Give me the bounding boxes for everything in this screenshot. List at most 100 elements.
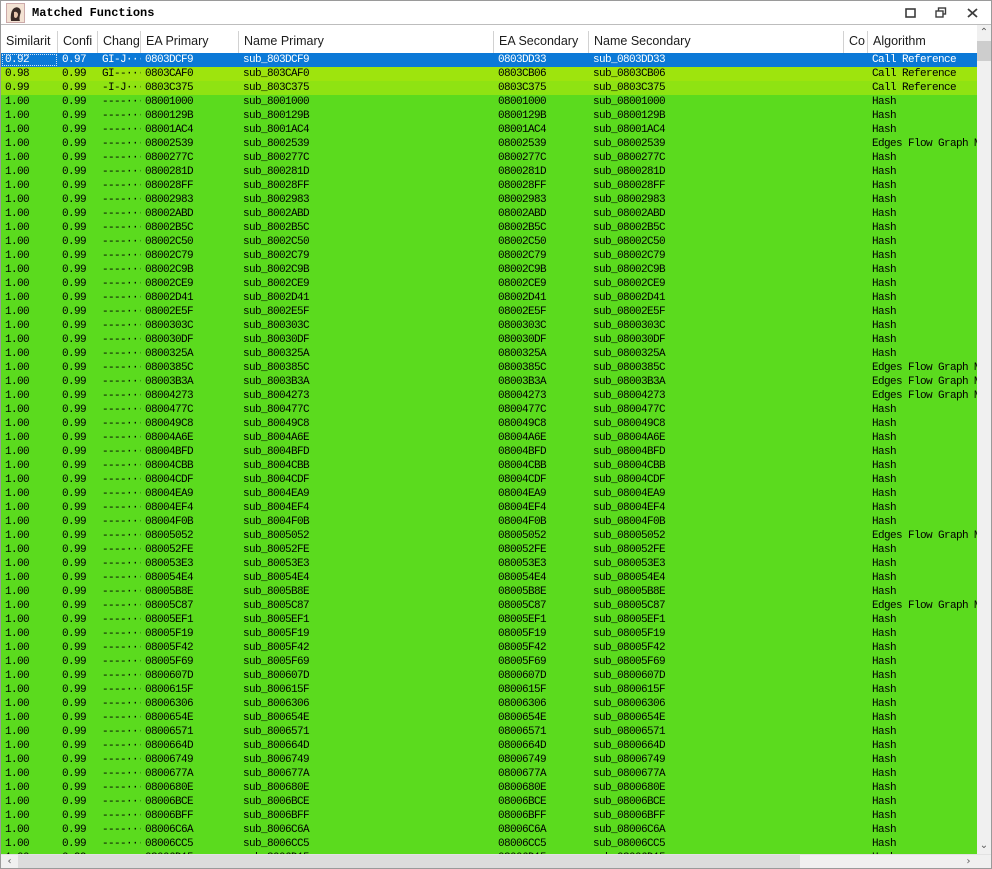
table-row[interactable]: 1.00 0.99 ----··· 08004F0B sub_8004F0B 08004F… [1,515,977,529]
cell-ea_primary: 08005052 [145,530,194,542]
table-row[interactable]: 1.00 0.99 ----··· 0800325A sub_800325A 080032… [1,347,977,361]
table-row[interactable]: 1.00 0.99 ----··· 08002C79 sub_8002C79 08002C… [1,249,977,263]
table-row[interactable]: 1.00 0.99 ----··· 08001AC4 sub_8001AC4 08001A… [1,123,977,137]
table-row[interactable]: 1.00 0.99 ----··· 08004CBB sub_8004CBB 08004C… [1,459,977,473]
table-row[interactable]: 1.00 0.99 ----··· 08001000 sub_8001000 080010… [1,95,977,109]
cell-similarity: 1.00 [5,376,30,388]
column-header-similarity[interactable]: ˆ Similarit [1,31,58,53]
restore-button[interactable] [930,4,952,22]
table-row[interactable]: 1.00 0.99 ----··· 08005F69 sub_8005F69 08005F… [1,655,977,669]
table-row[interactable]: 1.00 0.99 ----··· 08002539 sub_8002539 080025… [1,137,977,151]
scroll-right-button[interactable]: › [960,855,977,868]
table-row[interactable]: 1.00 0.99 ----··· 08004BFD sub_8004BFD 08004B… [1,445,977,459]
table-row[interactable]: 1.00 0.99 ----··· 0800281D sub_800281D 080028… [1,165,977,179]
column-header-ea-primary[interactable]: EA Primary [141,31,239,53]
table-row[interactable]: 1.00 0.99 ----··· 0800477C sub_800477C 080047… [1,403,977,417]
table-row[interactable]: 1.00 0.99 ----··· 08004EA9 sub_8004EA9 08004E… [1,487,977,501]
table-row[interactable]: 1.00 0.99 ----··· 0800607D sub_800607D 080060… [1,669,977,683]
table-row[interactable]: 1.00 0.99 ----··· 08005C87 sub_8005C87 08005C… [1,599,977,613]
table-row[interactable]: 1.00 0.99 ----··· 08005052 sub_8005052 080050… [1,529,977,543]
table-row[interactable]: 1.00 0.99 ----··· 080030DF sub_80030DF 080030… [1,333,977,347]
table-row[interactable]: 1.00 0.99 ----··· 0800303C sub_800303C 080030… [1,319,977,333]
table-row[interactable]: 1.00 0.99 ----··· 0800664D sub_800664D 080066… [1,739,977,753]
cell-comments [844,585,868,599]
table-row[interactable]: 1.00 0.99 ----··· 08005F19 sub_8005F19 08005F… [1,627,977,641]
cell-name_secondary: sub_08004CDF [593,474,666,486]
cell-name_primary: sub_8002539 [243,138,310,150]
cell-ea_primary: 08002C79 [145,250,194,262]
horizontal-scrollbar-track[interactable] [18,855,960,868]
table-row[interactable]: 1.00 0.99 ----··· 08006571 sub_8006571 080065… [1,725,977,739]
table-row[interactable]: 1.00 0.99 ----··· 08005B8E sub_8005B8E 08005B… [1,585,977,599]
cell-name_secondary: sub_08002B5C [593,222,666,234]
table-row[interactable]: 1.00 0.99 ----··· 080028FF sub_80028FF 080028… [1,179,977,193]
table-row[interactable]: 1.00 0.99 ----··· 0800680E sub_800680E 080068… [1,781,977,795]
table-row[interactable]: 1.00 0.99 ----··· 08003B3A sub_8003B3A 08003B… [1,375,977,389]
cell-ea_secondary: 0803CB06 [498,68,547,80]
column-header-ea-secondary[interactable]: EA Secondary [494,31,589,53]
cell-change: ----··· [102,558,141,570]
horizontal-scrollbar-thumb[interactable] [18,855,800,868]
table-row[interactable]: 1.00 0.99 ----··· 08006C6A sub_8006C6A 08006C… [1,823,977,837]
table-row[interactable]: 1.00 0.99 ----··· 08006BCE sub_8006BCE 08006B… [1,795,977,809]
table-row[interactable]: 1.00 0.99 ----··· 080053E3 sub_80053E3 080053… [1,557,977,571]
table-row[interactable]: 1.00 0.99 ----··· 08004CDF sub_8004CDF 08004C… [1,473,977,487]
cell-comments [844,613,868,627]
column-header-name-primary[interactable]: Name Primary [239,31,494,53]
table-row[interactable]: 1.00 0.99 ----··· 08006CC5 sub_8006CC5 08006C… [1,837,977,851]
table-row[interactable]: 1.00 0.99 ----··· 080049C8 sub_80049C8 080049… [1,417,977,431]
table-row[interactable]: 1.00 0.99 ----··· 08006BFF sub_8006BFF 08006B… [1,809,977,823]
table-row[interactable]: 1.00 0.99 ----··· 08002E5F sub_8002E5F 08002E… [1,305,977,319]
table-row[interactable]: 1.00 0.99 ----··· 08004A6E sub_8004A6E 08004A… [1,431,977,445]
table-row[interactable]: 1.00 0.99 ----··· 08006749 sub_8006749 080067… [1,753,977,767]
table-row[interactable]: 1.00 0.99 ----··· 08002D41 sub_8002D41 08002D… [1,291,977,305]
column-header-algorithm[interactable]: Algorithm [868,31,977,53]
cell-algorithm: Hash [872,306,897,318]
column-header-change[interactable]: Chang [98,31,141,53]
table-row[interactable]: 0.98 0.99 GI--··· 0803CAF0 sub_803CAF0 0803CB… [1,67,977,81]
cell-name_primary: sub_800385C [243,362,310,374]
table-row[interactable]: 1.00 0.99 ----··· 0800677A sub_800677A 080067… [1,767,977,781]
table-row[interactable]: 1.00 0.99 ----··· 0800615F sub_800615F 080061… [1,683,977,697]
table-row[interactable]: 1.00 0.99 ----··· 080054E4 sub_80054E4 080054… [1,571,977,585]
cell-ea_secondary: 08002539 [498,138,547,150]
cell-comments [844,305,868,319]
table-row[interactable]: 1.00 0.99 ----··· 08004273 sub_8004273 080042… [1,389,977,403]
scroll-up-button[interactable]: ⌃ [977,25,991,41]
table-row[interactable]: 1.00 0.99 ----··· 08002CE9 sub_8002CE9 08002C… [1,277,977,291]
table-row[interactable]: 1.00 0.99 ----··· 08002983 sub_8002983 080029… [1,193,977,207]
cell-algorithm: Hash [872,418,897,430]
maximize-button[interactable] [899,4,921,22]
vertical-scrollbar[interactable]: ⌃ ⌄ [977,25,991,854]
table-row[interactable]: 1.00 0.99 ----··· 0800654E sub_800654E 080065… [1,711,977,725]
table-row[interactable]: 1.00 0.99 ----··· 08002C50 sub_8002C50 08002C… [1,235,977,249]
column-header-confidence[interactable]: Confi [58,31,98,53]
table-row[interactable]: 1.00 0.99 ----··· 08005EF1 sub_8005EF1 08005E… [1,613,977,627]
vertical-scrollbar-track[interactable] [977,61,991,838]
horizontal-scrollbar[interactable]: ‹ › [1,854,991,868]
table-row[interactable]: 1.00 0.99 ----··· 080052FE sub_80052FE 080052… [1,543,977,557]
table-row[interactable]: 1.00 0.99 ----··· 08004EF4 sub_8004EF4 08004E… [1,501,977,515]
table-row[interactable]: 1.00 0.99 ----··· 08002ABD sub_8002ABD 08002A… [1,207,977,221]
cell-confidence: 0.99 [62,418,87,430]
table-row[interactable]: 1.00 0.99 ----··· 0800129B sub_800129B 080012… [1,109,977,123]
table-row[interactable]: 1.00 0.99 ----··· 08002C9B sub_8002C9B 08002C… [1,263,977,277]
column-header-name-secondary[interactable]: Name Secondary [589,31,844,53]
table-row[interactable]: 1.00 0.99 ----··· 08005F42 sub_8005F42 08005F… [1,641,977,655]
cell-similarity: 1.00 [5,166,30,178]
scroll-down-button[interactable]: ⌄ [977,838,991,854]
column-header-comments[interactable]: Co [844,31,868,53]
cell-name_secondary: sub_0800325A [593,348,666,360]
table-row[interactable]: 1.00 0.99 ----··· 0800277C sub_800277C 080027… [1,151,977,165]
cell-change: ----··· [102,390,141,402]
vertical-scrollbar-thumb[interactable] [977,41,991,61]
scroll-left-button[interactable]: ‹ [1,855,18,868]
table-row[interactable]: 1.00 0.99 ----··· 08006306 sub_8006306 080063… [1,697,977,711]
table-row[interactable]: 1.00 0.99 ----··· 0800385C sub_800385C 080038… [1,361,977,375]
close-button[interactable] [961,4,983,22]
table-row[interactable]: 0.92 0.97 GI-J··· 0803DCF9 sub_803DCF9 0803DD… [1,53,977,67]
cell-confidence: 0.99 [62,432,87,444]
table-row[interactable]: 1.00 0.99 ----··· 08002B5C sub_8002B5C 08002B… [1,221,977,235]
cell-confidence: 0.99 [62,684,87,696]
table-row[interactable]: 0.99 0.99 -I-J··· 0803C375 sub_803C375 0803C3… [1,81,977,95]
